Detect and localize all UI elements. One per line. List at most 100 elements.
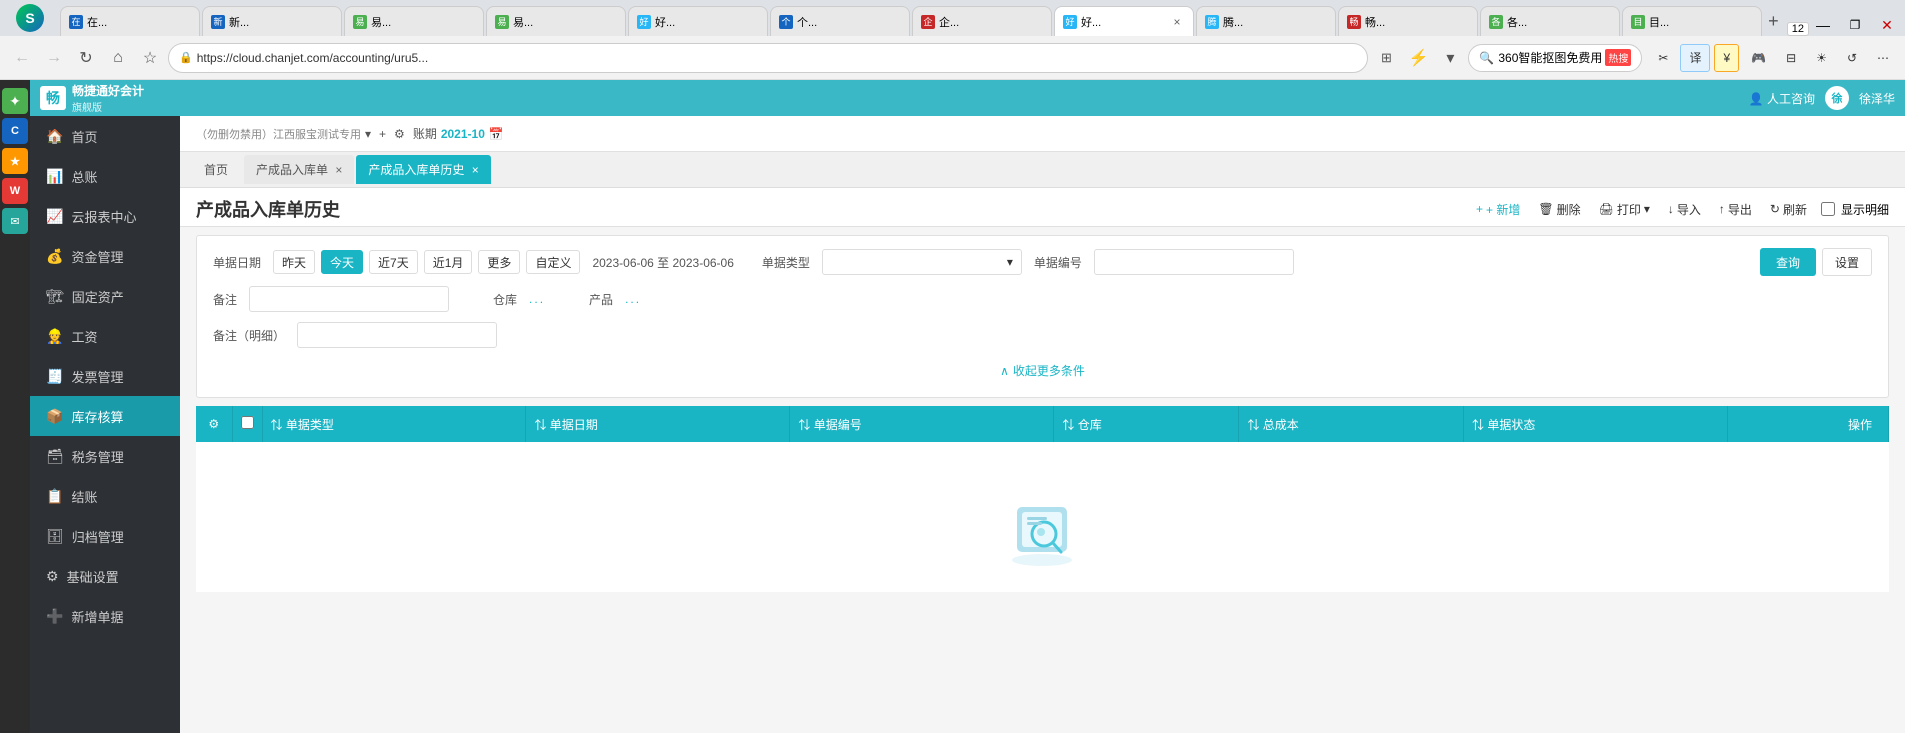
print-button[interactable]: 🖨 打印 ▾ (1591, 196, 1658, 222)
sidebar-item-tax[interactable]: 🗃 税务管理 (30, 436, 180, 476)
more-browser-button[interactable]: ⋯ (1869, 44, 1897, 72)
sidebar-item-home[interactable]: 🏠 首页 (30, 116, 180, 156)
undo-browser-button[interactable]: ↺ (1839, 44, 1865, 72)
sidebar-item-inventory[interactable]: 📦 库存核算 (30, 396, 180, 436)
sidebar-item-fixed[interactable]: 🏗 固定资产 (30, 276, 180, 316)
th-settings[interactable]: ⚙ (196, 406, 232, 442)
th-type[interactable]: ⇅ 单据类型 (262, 406, 526, 442)
tab-hao1[interactable]: 好 好... (628, 6, 768, 36)
breadcrumb-home[interactable]: 首页 (192, 155, 240, 184)
number-filter-input[interactable] (1094, 249, 1294, 275)
sidebar-item-settle[interactable]: 📋 结账 (30, 476, 180, 516)
restore-button[interactable]: ❐ (1841, 14, 1869, 36)
sun-button[interactable]: ☀ (1808, 44, 1835, 72)
app-icon-green[interactable]: ✦ (2, 88, 28, 114)
select-all-checkbox[interactable] (241, 416, 254, 429)
calendar-icon[interactable]: 📅 (489, 127, 504, 141)
breadcrumb-list-close[interactable]: × (335, 163, 342, 177)
add-account-button[interactable]: + (379, 127, 386, 141)
bookmark-button[interactable]: ☆ (136, 44, 164, 72)
sidebar-item-archive[interactable]: 🗄 归档管理 (30, 516, 180, 556)
breadcrumb-list[interactable]: 产成品入库单 × (244, 155, 354, 184)
notes-detail-input[interactable] (297, 322, 497, 348)
sidebar-item-invoice[interactable]: 🧾 发票管理 (30, 356, 180, 396)
th-status[interactable]: ⇅ 单据状态 (1463, 406, 1727, 442)
forward-button[interactable]: → (40, 44, 68, 72)
sidebar-invoice-label: 发票管理 (71, 367, 123, 386)
tab-zai[interactable]: 在 在... (60, 6, 200, 36)
date-range-display: 2023-06-06 至 2023-06-06 (592, 254, 733, 271)
notes-filter-input[interactable] (249, 286, 449, 312)
sidebar-item-salary[interactable]: 👷 工资 (30, 316, 180, 356)
date-1month[interactable]: 近1月 (424, 250, 473, 274)
th-date[interactable]: ⇅ 单据日期 (526, 406, 790, 442)
app-icon-blue[interactable]: C (2, 118, 28, 144)
user-service-label[interactable]: 👤 人工咨询 (1749, 90, 1815, 107)
search-box[interactable]: 🔍 360智能抠图免费用 热搜 (1468, 44, 1642, 72)
th-checkbox[interactable] (232, 406, 262, 442)
sidebar-item-funds[interactable]: 💰 资金管理 (30, 236, 180, 276)
export-button[interactable]: ↑ 导出 (1711, 196, 1760, 222)
date-more[interactable]: 更多 (478, 250, 520, 274)
back-button[interactable]: ← (8, 44, 36, 72)
page-title: 产成品入库单历史 (196, 196, 340, 222)
refresh-data-button[interactable]: ↻ 刷新 (1762, 196, 1815, 222)
date-today[interactable]: 今天 (321, 250, 363, 274)
tab-teng[interactable]: 腾 腾... (1196, 6, 1336, 36)
home-button[interactable]: ⌂ (104, 44, 132, 72)
refresh-button[interactable]: ↻ (72, 44, 100, 72)
query-button[interactable]: 查询 (1760, 248, 1816, 276)
new-button[interactable]: + + 新增 (1468, 196, 1528, 222)
sidebar-item-newbill[interactable]: ➕ 新增单据 (30, 596, 180, 636)
settle-nav-icon: 📋 (46, 488, 63, 505)
game-button[interactable]: 🎮 (1743, 44, 1774, 72)
address-dropdown[interactable]: ▾ (1436, 44, 1464, 72)
date-custom[interactable]: 自定义 (526, 250, 580, 274)
company-selector[interactable]: （勿删勿禁用）江西服宝测试专用 ▾ (196, 126, 371, 142)
breadcrumb-history[interactable]: 产成品入库单历史 × (356, 155, 490, 184)
date-yesterday[interactable]: 昨天 (273, 250, 315, 274)
product-dots[interactable]: ... (625, 292, 641, 306)
lightning-button[interactable]: ⚡ (1404, 44, 1432, 72)
tab-close-active[interactable]: × (1169, 14, 1185, 30)
tab-mu[interactable]: 目 目... (1622, 6, 1762, 36)
app-icon-red[interactable]: W (2, 178, 28, 204)
delete-button[interactable]: 🗑 删除 (1530, 196, 1588, 222)
tab-ge[interactable]: 个 个... (770, 6, 910, 36)
date-7days[interactable]: 近7天 (369, 250, 418, 274)
tab-ge2[interactable]: 各 各... (1480, 6, 1620, 36)
show-cols-checkbox[interactable] (1821, 202, 1835, 216)
th-number[interactable]: ⇅ 单据编号 (790, 406, 1054, 442)
tab-hao-active[interactable]: 好 好... × (1054, 6, 1194, 36)
new-tab-button[interactable]: + (1764, 6, 1783, 36)
tab-qi[interactable]: 企 企... (912, 6, 1052, 36)
settings-company-button[interactable]: ⚙ (394, 127, 405, 141)
th-total-cost[interactable]: ⇅ 总成本 (1239, 406, 1464, 442)
tab-chang[interactable]: 畅 畅... (1338, 6, 1478, 36)
tab-yi1[interactable]: 易 易... (344, 6, 484, 36)
close-button[interactable]: ✕ (1873, 14, 1901, 36)
import-button[interactable]: ↓ 导入 (1660, 196, 1709, 222)
breadcrumb-history-close[interactable]: × (472, 163, 479, 177)
address-bar[interactable]: 🔒 https://cloud.chanjet.com/accounting/u… (168, 43, 1368, 73)
show-cols-checkbox-label[interactable]: 显示明细 (1821, 201, 1889, 218)
translate-button[interactable]: 译 (1680, 44, 1710, 72)
minimize-button[interactable]: — (1809, 14, 1837, 36)
search-icon: 🔍 (1479, 51, 1494, 65)
extensions-button[interactable]: ⊞ (1372, 44, 1400, 72)
sidebar-item-ledger[interactable]: 📊 总账 (30, 156, 180, 196)
warehouse-dots[interactable]: ... (529, 292, 545, 306)
app-icon-orange[interactable]: ★ (2, 148, 28, 174)
cut-button[interactable]: ✂ (1650, 44, 1676, 72)
collapse-button[interactable]: ∧ 收起更多条件 (213, 356, 1872, 385)
yuan-button[interactable]: ¥ (1714, 44, 1739, 72)
filter-settings-button[interactable]: 设置 (1822, 248, 1872, 276)
tab-xin[interactable]: 新 新... (202, 6, 342, 36)
type-filter-select[interactable]: ▾ (822, 249, 1022, 275)
layout-button[interactable]: ⊟ (1778, 44, 1804, 72)
sidebar-item-reports[interactable]: 📈 云报表中心 (30, 196, 180, 236)
sidebar-item-base[interactable]: ⚙ 基础设置 (30, 556, 180, 596)
th-warehouse[interactable]: ⇅ 仓库 (1054, 406, 1239, 442)
tab-yi2[interactable]: 易 易... (486, 6, 626, 36)
app-icon-teal[interactable]: ✉ (2, 208, 28, 234)
